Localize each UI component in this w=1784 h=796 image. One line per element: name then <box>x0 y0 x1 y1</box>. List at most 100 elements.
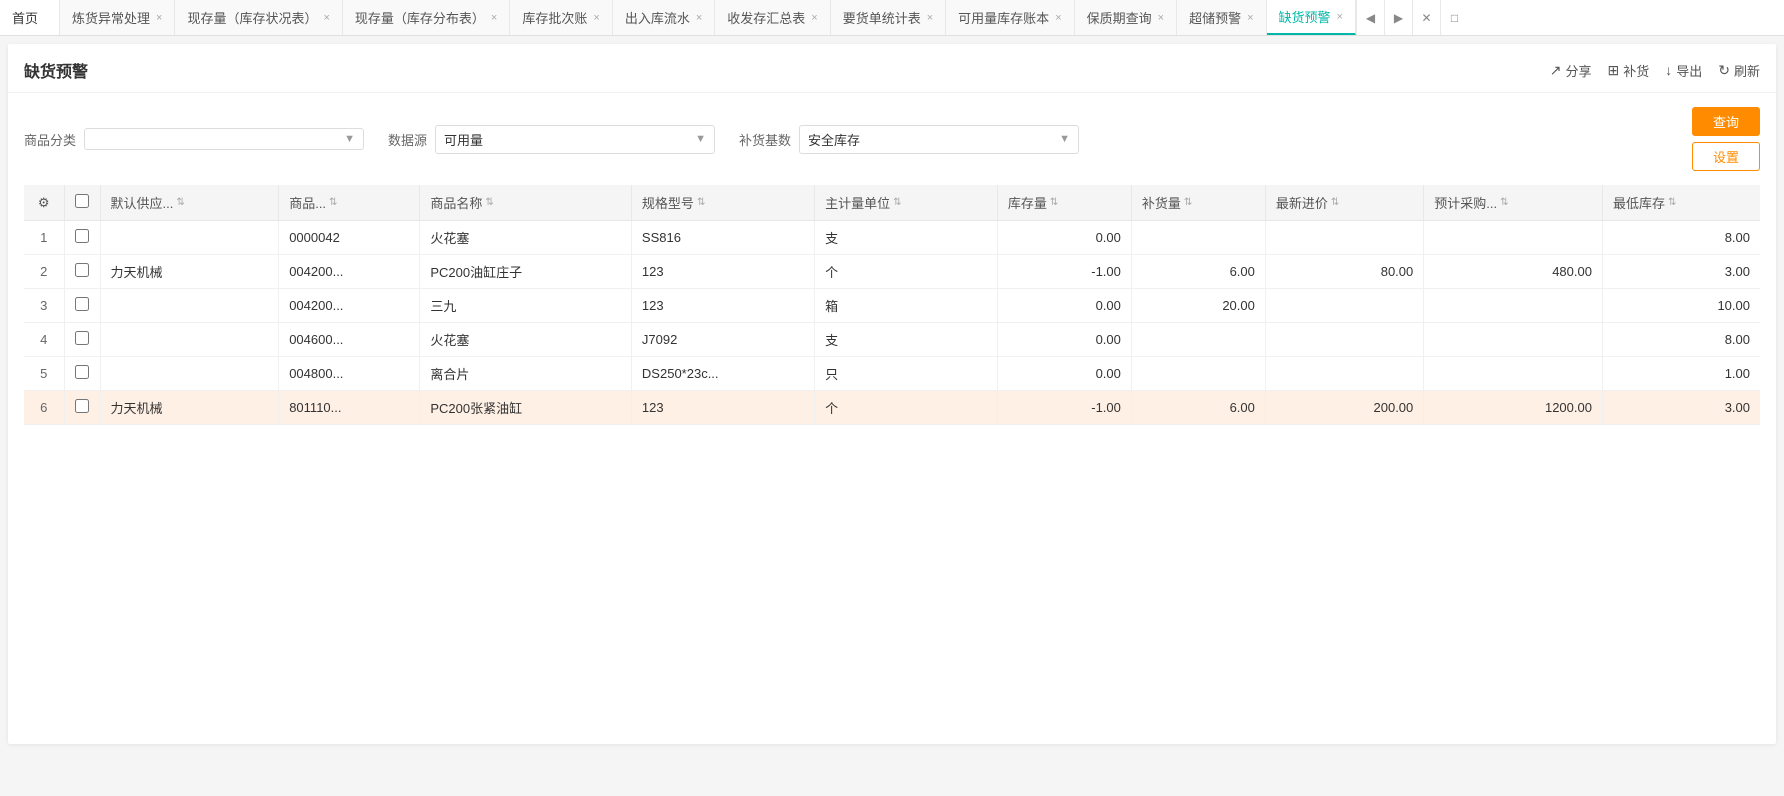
table-row[interactable]: 3 004200... 三九 123 箱 0.00 20.00 10.00 <box>24 289 1760 323</box>
shortage-table: ⚙ 默认供应... ⇅ 商品... <box>24 185 1760 425</box>
replenish-base-label: 补货基数 <box>739 130 791 149</box>
row-stock-cell: 0.00 <box>997 357 1131 391</box>
query-button[interactable]: 查询 <box>1692 107 1760 136</box>
row-num-cell: 4 <box>24 323 64 357</box>
row-latest-price-cell: 200.00 <box>1265 391 1423 425</box>
share-button[interactable]: ↗ 分享 <box>1550 61 1592 80</box>
tab-batch-account[interactable]: 库存批次账 × <box>510 0 612 35</box>
row-checkbox[interactable] <box>75 365 89 379</box>
row-unit-cell: 支 <box>815 323 998 357</box>
tab-close-expiry-query[interactable]: × <box>1158 12 1164 24</box>
row-code-cell: 801110... <box>279 391 420 425</box>
row-checkbox-cell <box>64 221 100 255</box>
row-min-stock-cell: 8.00 <box>1602 221 1760 255</box>
category-label: 商品分类 <box>24 130 76 149</box>
row-checkbox[interactable] <box>75 297 89 311</box>
tab-receive-summary[interactable]: 收发存汇总表 × <box>715 0 830 35</box>
refresh-button[interactable]: ↻ 刷新 <box>1718 61 1760 80</box>
tab-close-receive-summary[interactable]: × <box>811 12 817 24</box>
datasource-filter-group: 数据源 可用量 ▼ <box>388 125 715 154</box>
category-select[interactable]: ▼ <box>84 128 364 150</box>
row-supplier-cell <box>100 357 279 391</box>
tab-abnormal[interactable]: 炼货异常处理 × <box>60 0 175 35</box>
tab-close-batch-account[interactable]: × <box>593 12 599 24</box>
replenish-base-filter-group: 补货基数 安全库存 ▼ <box>739 125 1079 154</box>
col-latest-price: 最新进价 ⇅ <box>1265 185 1423 221</box>
row-latest-price-cell: 80.00 <box>1265 255 1423 289</box>
row-code-cell: 004200... <box>279 255 420 289</box>
tab-close-inout-flow[interactable]: × <box>696 12 702 24</box>
tab-demand-stats[interactable]: 要货单统计表 × <box>831 0 946 35</box>
table-row[interactable]: 1 0000042 火花塞 SS816 支 0.00 8.00 <box>24 221 1760 255</box>
tab-close-shortage[interactable]: × <box>1337 11 1343 23</box>
gear-icon[interactable]: ⚙ <box>38 195 50 211</box>
tab-close-overstock[interactable]: × <box>1247 12 1253 24</box>
export-button[interactable]: ↓ 导出 <box>1665 61 1702 80</box>
col-code-sort[interactable]: 商品... ⇅ <box>289 193 409 212</box>
row-stock-cell: 0.00 <box>997 221 1131 255</box>
col-min-stock-sort[interactable]: 最低库存 ⇅ <box>1613 193 1750 212</box>
row-checkbox[interactable] <box>75 263 89 277</box>
col-latest-price-sort[interactable]: 最新进价 ⇅ <box>1276 193 1413 212</box>
row-checkbox[interactable] <box>75 229 89 243</box>
row-num-cell: 3 <box>24 289 64 323</box>
col-name-sort[interactable]: 商品名称 ⇅ <box>430 193 621 212</box>
tab-close-available-ledger[interactable]: × <box>1055 12 1061 24</box>
tab-inventory-status[interactable]: 现存量（库存状况表） × <box>175 0 342 35</box>
tab-inventory-dist[interactable]: 现存量（库存分布表） × <box>343 0 510 35</box>
row-min-stock-cell: 10.00 <box>1602 289 1760 323</box>
tab-close-inventory-status[interactable]: × <box>323 12 329 24</box>
col-stock-sort[interactable]: 库存量 ⇅ <box>1008 193 1121 212</box>
col-estimated-purchase-sort[interactable]: 预计采购... ⇅ <box>1434 193 1592 212</box>
tab-maximize-button[interactable]: □ <box>1440 0 1468 35</box>
datasource-select-value: 可用量 <box>444 130 483 149</box>
table-row[interactable]: 5 004800... 离合片 DS250*23c... 只 0.00 1.00 <box>24 357 1760 391</box>
row-estimated-purchase-cell <box>1424 323 1603 357</box>
row-unit-cell: 箱 <box>815 289 998 323</box>
row-supplier-cell <box>100 323 279 357</box>
col-spec-sort[interactable]: 规格型号 ⇅ <box>642 193 804 212</box>
select-all-checkbox[interactable] <box>75 194 89 208</box>
tab-shortage[interactable]: 缺货预警 × <box>1267 0 1356 35</box>
settings-button[interactable]: 设置 <box>1692 142 1760 171</box>
datasource-select[interactable]: 可用量 ▼ <box>435 125 715 154</box>
row-replenish-cell <box>1131 357 1265 391</box>
replenish-button[interactable]: ⊞ 补货 <box>1607 61 1649 80</box>
tab-home[interactable]: 首页 <box>0 0 60 35</box>
col-name: 商品名称 ⇅ <box>420 185 632 221</box>
row-checkbox[interactable] <box>75 399 89 413</box>
stock-sort-icon: ⇅ <box>1050 197 1058 208</box>
col-unit-sort[interactable]: 主计量单位 ⇅ <box>825 193 987 212</box>
row-name-cell: 三九 <box>420 289 632 323</box>
tab-available-ledger[interactable]: 可用量库存账本 × <box>946 0 1074 35</box>
page-title: 缺货预警 <box>24 58 88 82</box>
row-num-cell: 2 <box>24 255 64 289</box>
col-replenish-sort[interactable]: 补货量 ⇅ <box>1142 193 1255 212</box>
code-sort-icon: ⇅ <box>329 197 337 208</box>
tab-prev-button[interactable]: ◀ <box>1356 0 1384 35</box>
tab-overstock[interactable]: 超储预警 × <box>1177 0 1266 35</box>
tab-next-button[interactable]: ▶ <box>1384 0 1412 35</box>
replenish-sort-icon: ⇅ <box>1184 197 1192 208</box>
row-checkbox[interactable] <box>75 331 89 345</box>
filter-action-buttons: 查询 设置 <box>1692 107 1760 171</box>
table-row[interactable]: 2 力天机械 004200... PC200油缸庄子 123 个 -1.00 6… <box>24 255 1760 289</box>
table-body: 1 0000042 火花塞 SS816 支 0.00 8.00 2 力天机械 0… <box>24 221 1760 425</box>
tab-close-abnormal[interactable]: × <box>156 12 162 24</box>
table-row[interactable]: 4 004600... 火花塞 J7092 支 0.00 8.00 <box>24 323 1760 357</box>
table-row[interactable]: 6 力天机械 801110... PC200张紧油缸 123 个 -1.00 6… <box>24 391 1760 425</box>
row-unit-cell: 只 <box>815 357 998 391</box>
col-min-stock: 最低库存 ⇅ <box>1602 185 1760 221</box>
row-estimated-purchase-cell <box>1424 289 1603 323</box>
row-supplier-cell: 力天机械 <box>100 255 279 289</box>
tab-close-inventory-dist[interactable]: × <box>491 12 497 24</box>
row-spec-cell: DS250*23c... <box>631 357 814 391</box>
tab-close-demand-stats[interactable]: × <box>927 12 933 24</box>
tab-expiry-query[interactable]: 保质期查询 × <box>1075 0 1177 35</box>
tab-close-all-button[interactable]: ✕ <box>1412 0 1440 35</box>
row-code-cell: 004200... <box>279 289 420 323</box>
replenish-base-select[interactable]: 安全库存 ▼ <box>799 125 1079 154</box>
col-gear: ⚙ <box>24 185 64 221</box>
col-supplier-sort[interactable]: 默认供应... ⇅ <box>111 193 269 212</box>
tab-inout-flow[interactable]: 出入库流水 × <box>613 0 715 35</box>
